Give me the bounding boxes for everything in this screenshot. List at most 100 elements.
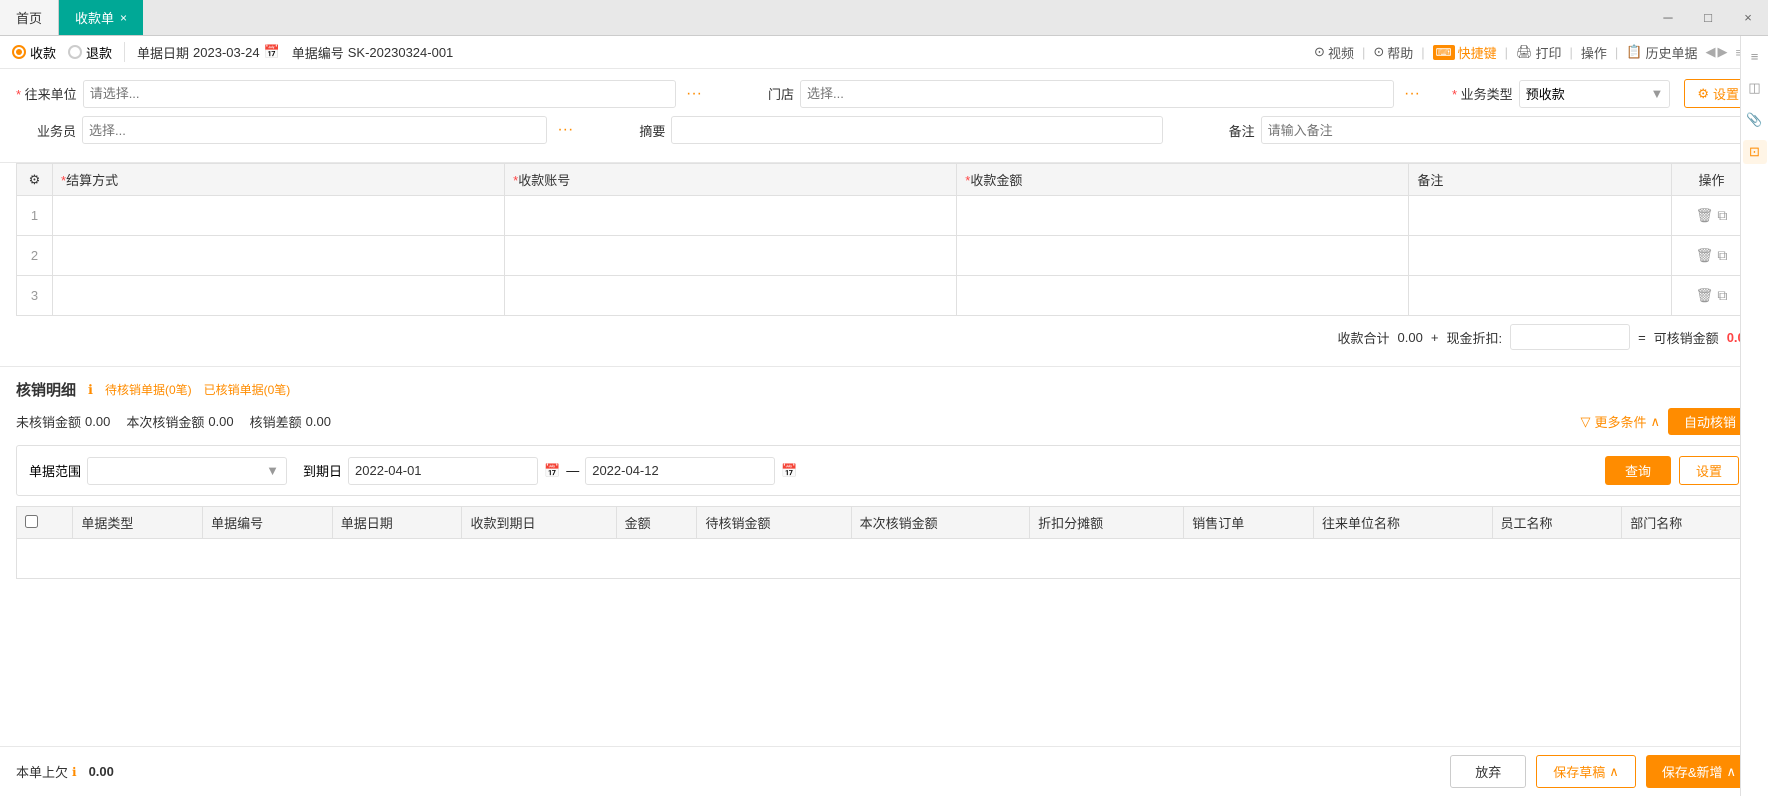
tab-close-icon[interactable]: × <box>120 11 127 25</box>
minimize-button[interactable]: ─ <box>1648 0 1688 36</box>
operation-button[interactable]: 操作 <box>1581 43 1607 62</box>
store-input[interactable] <box>800 80 1394 108</box>
biz-type-select-wrap[interactable]: 预收款 ▼ <box>1519 80 1671 108</box>
calendar-icon[interactable]: 📅 <box>264 44 280 60</box>
col-doc-type: 单据类型 <box>73 507 203 539</box>
delete-row-3-icon[interactable]: 🗑 <box>1696 287 1714 304</box>
toolbar: 收款 退款 单据日期 2023-03-24 📅 单据编号 SK-20230324… <box>0 36 1768 69</box>
help-icon: ⊙ <box>1373 44 1384 60</box>
remark-field: 备注 <box>1195 116 1752 144</box>
diff-stat: 核销差额 0.00 <box>250 412 331 431</box>
calendar-to-icon[interactable]: 📅 <box>781 463 797 479</box>
abandon-button[interactable]: 放弃 <box>1450 755 1526 788</box>
save-new-button[interactable]: 保存&新增 ∧ <box>1646 755 1752 788</box>
store-field: 门店 ··· <box>734 80 1420 108</box>
amount-1[interactable] <box>957 196 1409 236</box>
current-label: 本次核销金额 <box>126 412 204 431</box>
nav-next-icon[interactable]: ▶ <box>1718 44 1728 60</box>
table-header-row: ⚙ *结算方式 *收款账号 *收款金额 备注 操作 <box>17 164 1752 196</box>
bottom-table-empty-row <box>17 539 1752 579</box>
maximize-button[interactable]: □ <box>1688 0 1728 36</box>
col-account: *收款账号 <box>505 164 957 196</box>
date-from-input[interactable] <box>348 457 538 485</box>
settlement-3[interactable] <box>53 276 505 316</box>
total-text: 本单上欠 <box>16 762 68 781</box>
verif-stats: 未核销金额 0.00 本次核销金额 0.00 核销差额 0.00 ▽ 更多条件 … <box>16 408 1752 435</box>
info-icon: ℹ <box>72 765 77 779</box>
col-sales-order: 销售订单 <box>1184 507 1314 539</box>
filter-setting-button[interactable]: 设置 <box>1679 456 1739 485</box>
radio-receipt[interactable]: 收款 <box>12 43 56 62</box>
bottom-right: 放弃 保存草稿 ∧ 保存&新增 ∧ <box>1450 755 1752 788</box>
verified-tab[interactable]: 已核销单据(0笔) <box>204 381 291 398</box>
counterpart-more-icon[interactable]: ··· <box>686 85 702 103</box>
plus-sign: + <box>1431 330 1439 345</box>
video-button[interactable]: ⊙ 视频 <box>1314 43 1354 62</box>
table-row: 1 🗑 ⧉ <box>17 196 1752 236</box>
col-checkbox <box>17 507 73 539</box>
history-button[interactable]: 📋 历史单据 <box>1626 43 1697 62</box>
amount-3[interactable] <box>957 276 1409 316</box>
copy-row-2-icon[interactable]: ⧉ <box>1717 247 1727 264</box>
calendar-from-icon[interactable]: 📅 <box>544 463 560 479</box>
staff-input[interactable] <box>82 116 547 144</box>
save-new-arrow: ∧ <box>1726 764 1736 780</box>
form-row-1: * 往来单位 ··· 门店 ··· * 业务类型 预收款 ▼ ⚙ <box>16 79 1752 108</box>
net-label: 可核销金额 <box>1654 328 1719 347</box>
pending-tab[interactable]: 待核销单据(0笔) <box>105 381 192 398</box>
date-to-input[interactable] <box>585 457 775 485</box>
nav-arrows: ◀ ▶ <box>1706 44 1728 60</box>
amount-2[interactable] <box>957 236 1409 276</box>
tab-receipt[interactable]: 收款单 × <box>59 0 143 35</box>
remark-1[interactable] <box>1409 196 1672 236</box>
col-doc-date: 单据日期 <box>332 507 462 539</box>
delete-row-2-icon[interactable]: 🗑 <box>1696 247 1714 264</box>
remark-2[interactable] <box>1409 236 1672 276</box>
delete-row-1-icon[interactable]: 🗑 <box>1696 207 1714 224</box>
remark-input[interactable] <box>1261 116 1752 144</box>
save-new-label: 保存&新增 <box>1662 762 1723 781</box>
help-button[interactable]: ⊙ 帮助 <box>1373 43 1413 62</box>
table-settings-col[interactable]: ⚙ <box>17 164 53 196</box>
col-discount: 折扣分摊额 <box>1030 507 1184 539</box>
query-button[interactable]: 查询 <box>1605 456 1671 485</box>
shortcut-button[interactable]: ⌨ 快捷键 <box>1433 43 1497 62</box>
equals-sign: = <box>1638 330 1646 345</box>
tab-home[interactable]: 首页 <box>0 0 59 35</box>
settlement-1[interactable] <box>53 196 505 236</box>
counterpart-input[interactable] <box>83 80 676 108</box>
save-draft-button[interactable]: 保存草稿 ∧ <box>1536 755 1636 788</box>
date-range-label: 到期日 <box>303 461 342 480</box>
copy-row-1-icon[interactable]: ⧉ <box>1717 207 1727 224</box>
select-all-checkbox[interactable] <box>25 515 38 528</box>
print-button[interactable]: 🖨 打印 <box>1516 43 1562 62</box>
account-2[interactable] <box>505 236 957 276</box>
store-more-icon[interactable]: ··· <box>1404 85 1420 103</box>
radio-refund[interactable]: 退款 <box>68 43 112 62</box>
toolbar-right: ⊙ 视频 | ⊙ 帮助 | ⌨ 快捷键 | 🖨 打印 | 操作 | <box>1314 43 1756 62</box>
copy-row-3-icon[interactable]: ⧉ <box>1717 287 1727 304</box>
radio-refund-circle <box>68 45 82 59</box>
biz-type-field: * 业务类型 预收款 ▼ ⚙ 设置 <box>1452 79 1752 108</box>
account-1[interactable] <box>505 196 957 236</box>
date-label: 单据日期 <box>137 43 189 62</box>
col-counterpart-name: 往来单位名称 <box>1313 507 1492 539</box>
diff-value: 0.00 <box>306 414 331 429</box>
panel-icon-2[interactable]: ◫ <box>1743 76 1767 100</box>
more-conditions-button[interactable]: ▽ 更多条件 ∧ <box>1580 412 1660 431</box>
discount-input[interactable] <box>1510 324 1630 350</box>
account-3[interactable] <box>505 276 957 316</box>
remark-3[interactable] <box>1409 276 1672 316</box>
verification-section: 核销明细 ℹ 待核销单据(0笔) 已核销单据(0笔) 未核销金额 0.00 本次… <box>0 366 1768 796</box>
panel-icon-1[interactable]: ≡ <box>1743 44 1767 68</box>
panel-icon-3[interactable]: 📎 <box>1743 108 1767 132</box>
settlement-2[interactable] <box>53 236 505 276</box>
panel-icon-4[interactable]: ⊡ <box>1743 140 1767 164</box>
col-doc-num: 单据编号 <box>203 507 333 539</box>
scope-select[interactable] <box>87 457 287 485</box>
window-close-button[interactable]: × <box>1728 0 1768 36</box>
nav-prev-icon[interactable]: ◀ <box>1706 44 1716 60</box>
summary-input[interactable] <box>671 116 1162 144</box>
staff-more-icon[interactable]: ··· <box>557 121 573 139</box>
verif-info-icon[interactable]: ℹ <box>88 382 93 398</box>
